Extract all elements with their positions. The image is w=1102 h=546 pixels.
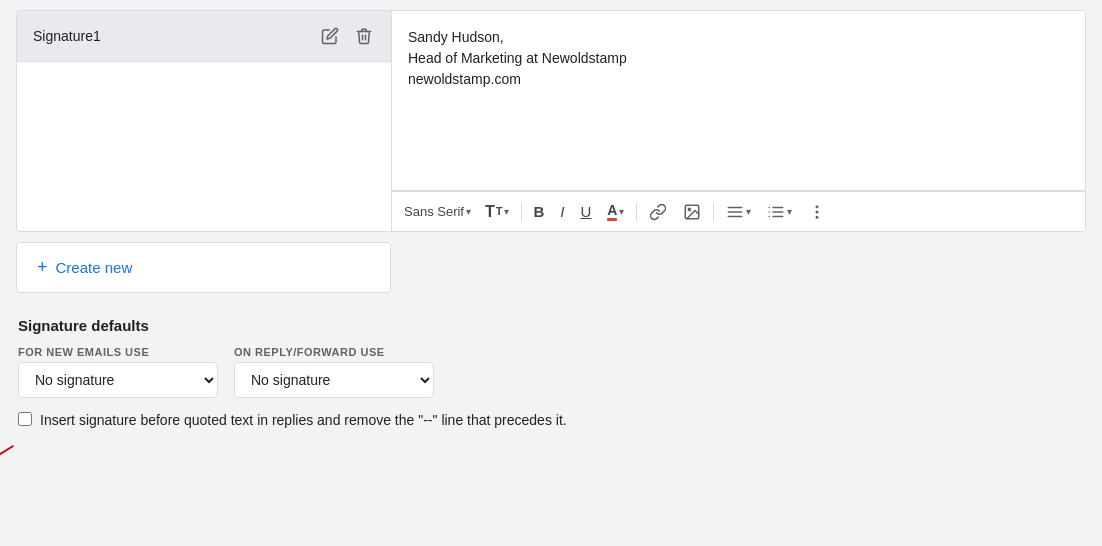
list-icon bbox=[767, 203, 785, 221]
toolbar-separator-1 bbox=[521, 202, 522, 222]
signature-editor-container: Signature1 bbox=[16, 10, 1086, 232]
trash-icon bbox=[355, 27, 373, 45]
text-color-bar bbox=[607, 218, 617, 221]
link-icon bbox=[649, 203, 667, 221]
signature-defaults-section: Signature defaults FOR NEW EMAILS USE No… bbox=[16, 317, 1086, 431]
reply-forward-dropdown-group: ON REPLY/FORWARD USE No signature Signat… bbox=[234, 346, 434, 398]
svg-point-1 bbox=[689, 208, 691, 210]
toolbar-separator-2 bbox=[636, 202, 637, 222]
reply-forward-select[interactable]: No signature Signature1 bbox=[234, 362, 434, 398]
new-emails-label: FOR NEW EMAILS USE bbox=[18, 346, 218, 358]
underline-icon: U bbox=[581, 203, 592, 220]
insert-before-quoted-checkbox[interactable] bbox=[18, 412, 32, 426]
insert-before-quoted-label: Insert signature before quoted text in r… bbox=[40, 410, 567, 431]
create-new-label: Create new bbox=[56, 259, 133, 276]
font-family-chevron-icon: ▾ bbox=[466, 206, 471, 217]
defaults-dropdowns-row: FOR NEW EMAILS USE No signature Signatur… bbox=[18, 346, 1084, 398]
signature-list-item[interactable]: Signature1 bbox=[17, 11, 391, 62]
italic-icon: I bbox=[560, 203, 564, 220]
text-color-a-letter: A bbox=[607, 202, 617, 218]
font-size-label: T bbox=[485, 204, 495, 220]
toolbar-separator-3 bbox=[713, 202, 714, 222]
image-icon bbox=[683, 203, 701, 221]
insert-image-button[interactable] bbox=[677, 199, 707, 225]
text-color-icon: A bbox=[607, 202, 617, 221]
text-align-button[interactable]: ▾ bbox=[720, 199, 757, 225]
signature-item-actions bbox=[319, 25, 375, 47]
signature-editor-area: Sandy Hudson, Head of Marketing at Newol… bbox=[392, 11, 1085, 231]
more-icon bbox=[808, 203, 826, 221]
more-options-button[interactable] bbox=[802, 199, 832, 225]
font-size-small-t: T bbox=[496, 206, 503, 217]
signature-list: Signature1 bbox=[17, 11, 392, 231]
font-size-chevron-icon: ▾ bbox=[504, 206, 509, 217]
editor-line-2: Head of Marketing at Newoldstamp bbox=[408, 48, 1069, 69]
delete-signature-button[interactable] bbox=[353, 25, 375, 47]
italic-button[interactable]: I bbox=[554, 199, 570, 224]
font-family-label: Sans Serif bbox=[404, 204, 464, 219]
editor-line-1: Sandy Hudson, bbox=[408, 27, 1069, 48]
signatures-panel: Signature1 bbox=[16, 10, 1086, 431]
editor-line-3: newoldstamp.com bbox=[408, 69, 1069, 90]
create-new-section: + Create new bbox=[16, 242, 1086, 293]
align-icon bbox=[726, 203, 744, 221]
edit-icon bbox=[321, 27, 339, 45]
plus-icon: + bbox=[37, 257, 48, 278]
editor-toolbar: Sans Serif ▾ TT ▾ B I bbox=[392, 191, 1085, 231]
signature-editor-content[interactable]: Sandy Hudson, Head of Marketing at Newol… bbox=[392, 11, 1085, 191]
insert-signature-checkbox-row: Insert signature before quoted text in r… bbox=[18, 410, 718, 431]
bold-icon: B bbox=[534, 203, 545, 220]
text-color-chevron-icon: ▾ bbox=[619, 206, 624, 217]
font-size-button[interactable]: TT ▾ bbox=[479, 200, 515, 224]
defaults-section-title: Signature defaults bbox=[18, 317, 1084, 334]
red-arrow-annotation bbox=[0, 440, 18, 480]
underline-button[interactable]: U bbox=[575, 199, 598, 224]
list-chevron-icon: ▾ bbox=[787, 206, 792, 217]
svg-point-13 bbox=[817, 216, 819, 218]
bold-button[interactable]: B bbox=[528, 199, 551, 224]
svg-point-11 bbox=[817, 206, 819, 208]
text-color-button[interactable]: A ▾ bbox=[601, 198, 630, 225]
create-new-button[interactable]: + Create new bbox=[16, 242, 391, 293]
signature-name: Signature1 bbox=[33, 28, 101, 44]
align-chevron-icon: ▾ bbox=[746, 206, 751, 217]
list-button[interactable]: ▾ bbox=[761, 199, 798, 225]
font-family-button[interactable]: Sans Serif ▾ bbox=[400, 200, 475, 223]
svg-point-12 bbox=[817, 211, 819, 213]
edit-signature-button[interactable] bbox=[319, 25, 341, 47]
insert-link-button[interactable] bbox=[643, 199, 673, 225]
new-emails-select[interactable]: No signature Signature1 bbox=[18, 362, 218, 398]
svg-line-14 bbox=[0, 446, 13, 473]
new-emails-dropdown-group: FOR NEW EMAILS USE No signature Signatur… bbox=[18, 346, 218, 398]
reply-forward-label: ON REPLY/FORWARD USE bbox=[234, 346, 434, 358]
